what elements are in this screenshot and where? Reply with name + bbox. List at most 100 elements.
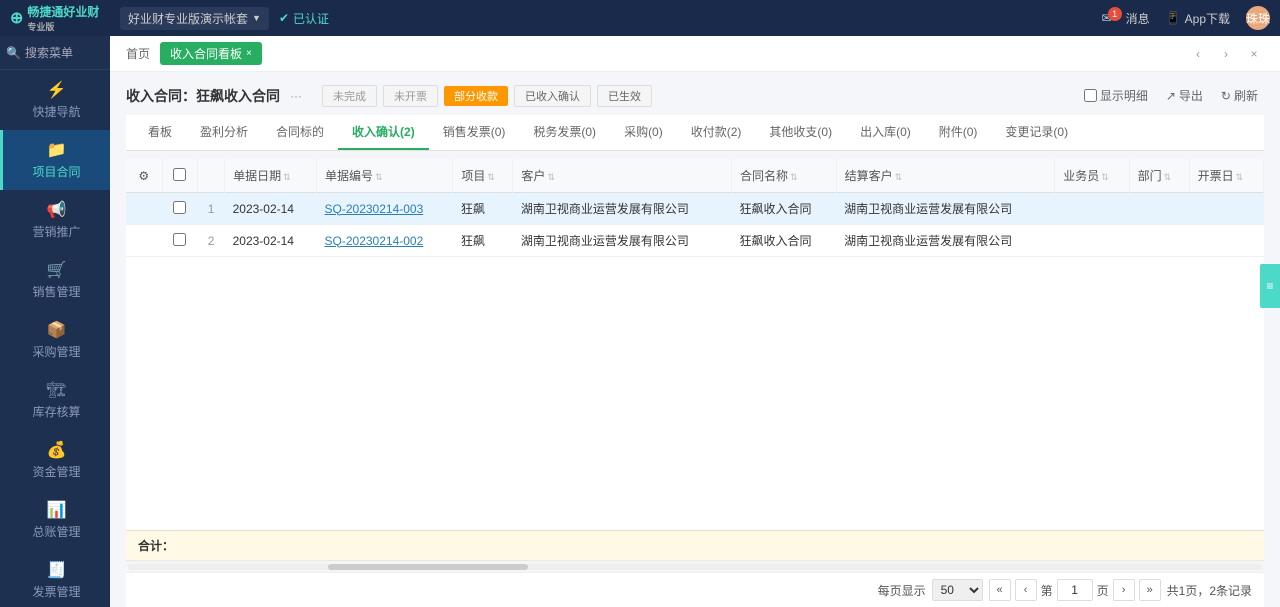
th-doc-no[interactable]: 单据编号⇅ [317, 159, 453, 193]
table-row[interactable]: 1 2023-02-14 SQ-20230214-003 狂飙 湖南卫视商业运营… [126, 193, 1264, 225]
sidebar-item-general-ledger[interactable]: 📊 总账管理 [0, 490, 110, 550]
th-date[interactable]: 单据日期⇅ [225, 159, 317, 193]
status-active[interactable]: 已生效 [597, 85, 652, 107]
first-page-button[interactable]: « [989, 579, 1011, 601]
show-detail-checkbox[interactable] [1084, 89, 1097, 102]
content-header: 首页 收入合同看板 × ‹ › × [110, 36, 1280, 72]
table-row[interactable]: 2 2023-02-14 SQ-20230214-002 狂飙 湖南卫视商业运营… [126, 225, 1264, 257]
tabs-bar: 看板 盈利分析 合同标的 收入确认(2) 销售发票(0) 税务发票(0) 采购(… [126, 115, 1264, 151]
sidebar-label: 采购管理 [32, 343, 80, 360]
prev-page-button[interactable]: ‹ [1015, 579, 1037, 601]
page-total: 共1页，2条记录 [1167, 582, 1252, 599]
td-checkbox[interactable] [162, 225, 198, 257]
sidebar-item-inventory[interactable]: 🏗 库存核算 [0, 370, 110, 430]
message-button[interactable]: ✉ 1 消息 [1102, 10, 1150, 27]
tab-dashboard[interactable]: 看板 [134, 115, 186, 150]
tab-purchase[interactable]: 采购(0) [610, 115, 677, 150]
content-inner: 收入合同：狂飙收入合同 ··· 未完成 未开票 部分收款 已收入确认 已生效 显… [110, 72, 1280, 607]
capital-icon: 💰 [47, 440, 67, 460]
more-options-button[interactable]: ··· [290, 89, 302, 103]
page-input[interactable] [1057, 579, 1093, 601]
scrollbar-thumb[interactable] [328, 564, 528, 570]
sidebar-item-purchase[interactable]: 📦 采购管理 [0, 310, 110, 370]
sidebar-label: 快捷导航 [32, 103, 80, 120]
show-detail-button[interactable]: 显示明细 [1078, 84, 1154, 107]
breadcrumb-home[interactable]: 首页 [126, 45, 150, 62]
td-checkbox[interactable] [162, 193, 198, 225]
td-open-date [1189, 225, 1263, 257]
last-page-button[interactable]: » [1139, 579, 1161, 601]
tab-inout[interactable]: 出入库(0) [846, 115, 925, 150]
select-all-checkbox[interactable] [173, 168, 186, 181]
status-incomplete[interactable]: 未完成 [322, 85, 377, 107]
company-selector[interactable]: 好业财专业版演示帐套 ▼ [120, 7, 269, 30]
main-layout: 🔍 搜索菜单 ⚡ 快捷导航 📁 项目合同 📢 营销推广 🛒 销售管理 📦 采购管… [0, 36, 1280, 607]
tab-sales-invoice[interactable]: 销售发票(0) [429, 115, 520, 150]
sidebar-item-project-contract[interactable]: 📁 项目合同 [0, 130, 110, 190]
th-end-customer[interactable]: 结算客户⇅ [836, 159, 1055, 193]
sidebar-item-sales[interactable]: 🛒 销售管理 [0, 250, 110, 310]
sidebar-item-capital[interactable]: 💰 资金管理 [0, 430, 110, 490]
chevron-down-icon: ▼ [252, 13, 261, 23]
tab-contract-standard[interactable]: 合同标的 [262, 115, 338, 150]
per-page-select[interactable]: 50 20 100 [932, 579, 983, 601]
scrollbar-track[interactable] [128, 564, 1262, 570]
status-confirmed[interactable]: 已收入确认 [514, 85, 591, 107]
export-icon: ↗ [1166, 89, 1176, 103]
sidebar-item-quick-nav[interactable]: ⚡ 快捷导航 [0, 70, 110, 130]
next-page-button[interactable]: › [1113, 579, 1135, 601]
tab-payment[interactable]: 收付款(2) [677, 115, 756, 150]
close-window-button[interactable]: × [1244, 44, 1264, 64]
app-download-button[interactable]: 📱 App下载 [1166, 10, 1230, 27]
scrollbar-area[interactable] [126, 560, 1264, 572]
close-tab-button[interactable]: × [246, 48, 252, 59]
sidebar-label: 发票管理 [32, 583, 80, 600]
row-checkbox[interactable] [173, 201, 186, 214]
td-row-num: 2 [198, 225, 225, 257]
table-wrapper[interactable]: ⚙ 单据日期⇅ 单据编号⇅ 项目⇅ 客户⇅ 合同名称⇅ 结算客户⇅ 业务 [126, 159, 1264, 530]
sidebar-item-invoice[interactable]: 🧾 发票管理 [0, 550, 110, 607]
tab-change-log[interactable]: 变更记录(0) [991, 115, 1082, 150]
logo-text: 畅捷通好业财 [27, 3, 99, 20]
tab-other-income[interactable]: 其他收支(0) [755, 115, 846, 150]
export-button[interactable]: ↗ 导出 [1160, 84, 1209, 107]
th-contract[interactable]: 合同名称⇅ [732, 159, 837, 193]
sidebar-item-marketing[interactable]: 📢 营销推广 [0, 190, 110, 250]
next-button[interactable]: › [1216, 44, 1236, 64]
status-noinvoice[interactable]: 未开票 [383, 85, 438, 107]
th-dept[interactable]: 部门⇅ [1129, 159, 1189, 193]
sidebar-label: 库存核算 [32, 403, 80, 420]
td-contract: 狂飙收入合同 [732, 225, 837, 257]
purchase-icon: 📦 [47, 320, 67, 340]
search-label: 搜索菜单 [25, 44, 73, 61]
th-customer[interactable]: 客户⇅ [513, 159, 732, 193]
status-badges: 未完成 未开票 部分收款 已收入确认 已生效 [322, 85, 652, 107]
page-unit: 页 [1097, 582, 1109, 599]
td-date: 2023-02-14 [225, 193, 317, 225]
search-menu[interactable]: 🔍 搜索菜单 [0, 36, 110, 70]
user-menu[interactable]: 珠珠 [1246, 6, 1270, 30]
tab-attachment[interactable]: 附件(0) [925, 115, 992, 150]
status-partial[interactable]: 部分收款 [444, 86, 508, 106]
td-doc-no[interactable]: SQ-20230214-002 [317, 225, 453, 257]
th-gear[interactable]: ⚙ [126, 159, 162, 193]
th-project[interactable]: 项目⇅ [453, 159, 513, 193]
th-checkbox[interactable] [162, 159, 198, 193]
tab-tax-invoice[interactable]: 税务发票(0) [519, 115, 610, 150]
certified-badge: ✔ 已认证 [279, 10, 329, 27]
active-tab-pill[interactable]: 收入合同看板 × [160, 42, 262, 65]
row-checkbox[interactable] [173, 233, 186, 246]
message-badge: 1 [1108, 7, 1122, 21]
tab-income-confirm[interactable]: 收入确认(2) [338, 115, 429, 150]
prev-button[interactable]: ‹ [1188, 44, 1208, 64]
td-gear [126, 225, 162, 257]
tab-profit[interactable]: 盈利分析 [186, 115, 262, 150]
right-action-button[interactable]: ≡ [1260, 264, 1280, 308]
td-customer: 湖南卫视商业运营发展有限公司 [513, 193, 732, 225]
quick-nav-icon: ⚡ [47, 80, 67, 100]
td-salesperson [1055, 193, 1129, 225]
td-doc-no[interactable]: SQ-20230214-003 [317, 193, 453, 225]
th-open-date[interactable]: 开票日⇅ [1189, 159, 1263, 193]
th-salesperson[interactable]: 业务员⇅ [1055, 159, 1129, 193]
refresh-button[interactable]: ↻ 刷新 [1215, 84, 1264, 107]
